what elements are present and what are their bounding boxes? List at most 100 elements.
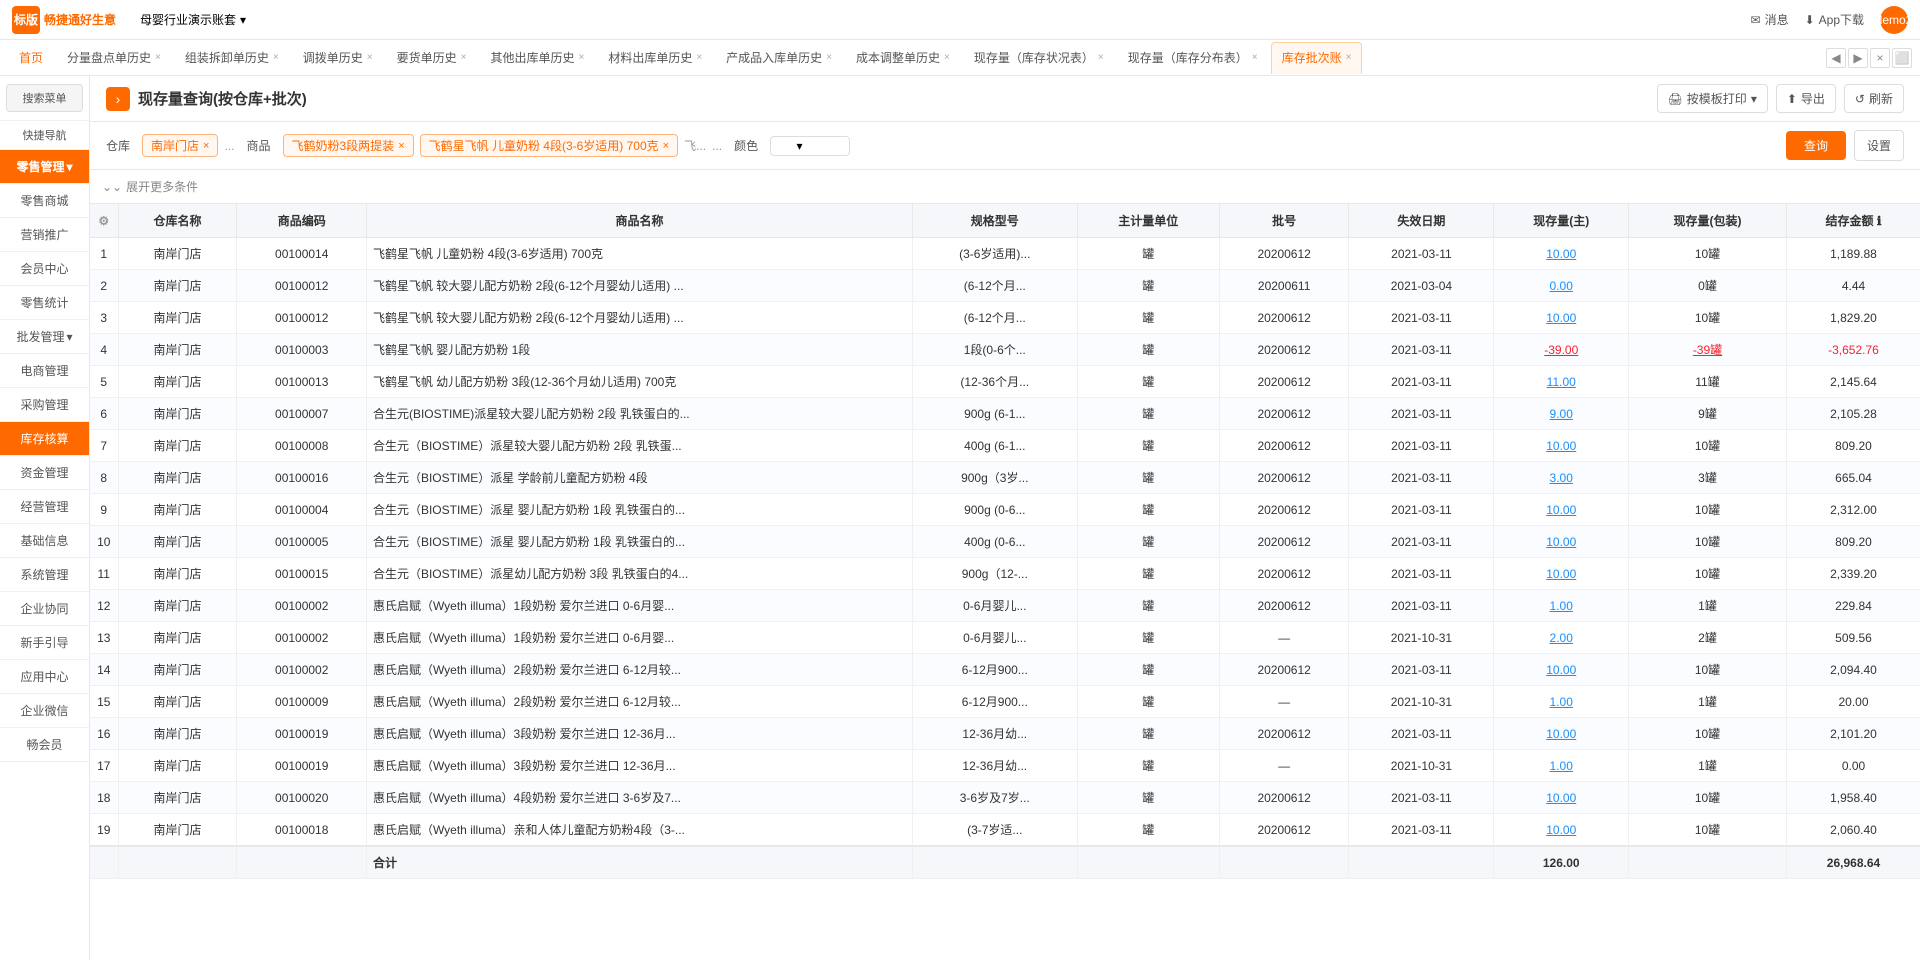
tab-nav-left[interactable]: ◀ — [1826, 48, 1846, 68]
row-batch: 20200612 — [1219, 366, 1348, 398]
row-qty-main[interactable]: 9.00 — [1494, 398, 1629, 430]
tab-cai-liao-chu[interactable]: 材料出库单历史 × — [597, 42, 713, 74]
row-expire: 2021-03-11 — [1349, 494, 1494, 526]
quick-nav-btn[interactable]: 快捷导航 — [0, 121, 89, 150]
sidebar-item-qi-ye-xietong[interactable]: 企业协同 — [0, 592, 89, 626]
product-tag-1[interactable]: 飞鹤奶粉3段两提装 × — [283, 134, 414, 157]
tab-home[interactable]: 首页 — [8, 42, 54, 74]
row-qty-main[interactable]: 10.00 — [1494, 782, 1629, 814]
template-print-btn[interactable]: 🖨 按模板打印 ▾ — [1657, 84, 1768, 113]
sidebar-item-dian-shang-guanli[interactable]: 电商管理 — [0, 354, 89, 388]
tab-chan-pin-ru[interactable]: 产成品入库单历史 × — [715, 42, 843, 74]
tab-xian-cun-kuzhuang[interactable]: 现存量（库存状况表） × — [963, 42, 1115, 74]
settings-btn[interactable]: 设置 — [1854, 130, 1904, 161]
row-qty-pkg: 10罐 — [1629, 558, 1787, 590]
tab-cheng-ben[interactable]: 成本调整单历史 × — [845, 42, 961, 74]
product-tag-2[interactable]: 飞鹤星飞帆 儿童奶粉 4段(3-6岁适用) 700克 × — [420, 134, 678, 157]
warehouse-tag-close[interactable]: × — [203, 140, 209, 152]
tab-yao-huo[interactable]: 要货单历史 × — [386, 42, 478, 74]
tab-qi-ta-chu[interactable]: 其他出库单历史 × — [479, 42, 595, 74]
export-btn[interactable]: ⬆ 导出 — [1776, 84, 1836, 113]
sidebar-item-chang-hui-yuan[interactable]: 畅会员 — [0, 728, 89, 762]
sidebar-item-ying-xiao-tuiguang[interactable]: 营销推广 — [0, 218, 89, 252]
app-download-btn[interactable]: ⬇ App下载 — [1805, 11, 1864, 28]
row-qty-main[interactable]: 11.00 — [1494, 366, 1629, 398]
table-row: 4 南岸门店 00100003 飞鹤星飞帆 婴儿配方奶粉 1段 1段(0-6个.… — [90, 334, 1920, 366]
row-qty-main[interactable]: 10.00 — [1494, 718, 1629, 750]
sidebar-item-zi-jin-guanli[interactable]: 资金管理 — [0, 456, 89, 490]
main-layout: 搜索菜单 快捷导航 零售管理 ▾ 零售商城 营销推广 会员中心 零售统计 批发管… — [0, 76, 1920, 960]
row-spec: (3-6岁适用)... — [913, 238, 1077, 270]
refresh-btn[interactable]: ↺ 刷新 — [1844, 84, 1904, 113]
row-qty-main[interactable]: 10.00 — [1494, 814, 1629, 847]
row-qty-pkg: 1罐 — [1629, 590, 1787, 622]
row-qty-main[interactable]: 1.00 — [1494, 750, 1629, 782]
row-qty-main[interactable]: 1.00 — [1494, 590, 1629, 622]
color-select[interactable]: ▾ — [770, 136, 850, 156]
tab-close-ku-cun-pizhang[interactable]: × — [1346, 52, 1352, 63]
tab-close-cheng-ben[interactable]: × — [944, 52, 950, 63]
product-tag-2-close[interactable]: × — [663, 140, 669, 152]
tab-nav-maximize[interactable]: ⬜ — [1892, 48, 1912, 68]
tab-close-chan-pin-ru[interactable]: × — [826, 52, 832, 63]
row-qty-main[interactable]: -39.00 — [1494, 334, 1629, 366]
tab-nav-right[interactable]: ▶ — [1848, 48, 1868, 68]
product-ellipsis[interactable]: ... — [712, 139, 722, 153]
tab-close-yao-huo[interactable]: × — [461, 52, 467, 63]
tab-ku-cun-pizhang[interactable]: 库存批次账 × — [1271, 42, 1363, 74]
row-qty-main[interactable]: 3.00 — [1494, 462, 1629, 494]
tab-close-tiao-bo[interactable]: × — [367, 52, 373, 63]
product-more[interactable]: 飞... — [684, 137, 706, 154]
row-amount: 2,312.00 — [1786, 494, 1920, 526]
table-container[interactable]: ⚙ 仓库名称 商品编码 商品名称 规格型号 主计量单位 批号 失效日期 现存量(… — [90, 204, 1920, 960]
row-qty-main[interactable]: 1.00 — [1494, 686, 1629, 718]
sidebar-item-pi-fa-guanli[interactable]: 批发管理 ▾ — [0, 320, 89, 354]
tab-nav-close[interactable]: × — [1870, 48, 1890, 68]
tab-xian-cun-fenpei[interactable]: 现存量（库存分布表） × — [1117, 42, 1269, 74]
warehouse-more[interactable]: ... — [224, 139, 234, 153]
row-qty-main[interactable]: 10.00 — [1494, 302, 1629, 334]
search-menu-btn[interactable]: 搜索菜单 — [6, 84, 83, 112]
row-qty-main[interactable]: 10.00 — [1494, 494, 1629, 526]
sidebar-item-ling-shou-shangcheng[interactable]: 零售商城 — [0, 184, 89, 218]
row-qty-main[interactable]: 10.00 — [1494, 558, 1629, 590]
row-no: 15 — [90, 686, 118, 718]
warehouse-tag[interactable]: 南岸门店 × — [142, 134, 218, 157]
row-qty-main[interactable]: 0.00 — [1494, 270, 1629, 302]
sidebar-item-ying-yong-zhongxin[interactable]: 应用中心 — [0, 660, 89, 694]
sidebar-item-qi-ye-weixin[interactable]: 企业微信 — [0, 694, 89, 728]
row-qty-main[interactable]: 10.00 — [1494, 654, 1629, 686]
row-qty-main[interactable]: 2.00 — [1494, 622, 1629, 654]
col-settings[interactable]: ⚙ — [90, 204, 118, 238]
row-no: 11 — [90, 558, 118, 590]
product-tag-1-close[interactable]: × — [398, 140, 404, 152]
tab-close-zu-chai[interactable]: × — [273, 52, 279, 63]
row-qty-main[interactable]: 10.00 — [1494, 430, 1629, 462]
sidebar-item-xi-tong-guanli[interactable]: 系统管理 — [0, 558, 89, 592]
tab-zu-chai[interactable]: 组装拆卸单历史 × — [174, 42, 290, 74]
sidebar-item-ling-shou-tongji[interactable]: 零售统计 — [0, 286, 89, 320]
expand-conditions-btn[interactable]: ⌄⌄ 展开更多条件 — [94, 174, 1916, 199]
sidebar-item-ling-shou-guanli[interactable]: 零售管理 ▾ — [0, 150, 89, 184]
sidebar-item-xin-shou-yindao[interactable]: 新手引导 — [0, 626, 89, 660]
row-qty-main[interactable]: 10.00 — [1494, 526, 1629, 558]
tab-tiao-bo[interactable]: 调拨单历史 × — [292, 42, 384, 74]
messages-btn[interactable]: ✉ 消息 — [1751, 11, 1789, 28]
nav-dropdown[interactable]: 母婴行业演示账套 ▾ — [132, 7, 254, 32]
row-qty-pkg: 10罐 — [1629, 238, 1787, 270]
expand-sidebar-btn[interactable]: › — [106, 87, 130, 111]
sidebar-item-cai-gou-guanli[interactable]: 采购管理 — [0, 388, 89, 422]
tab-close-xian-cun-fenpei[interactable]: × — [1252, 52, 1258, 63]
tab-close-xian-cun-kuzhuang[interactable]: × — [1098, 52, 1104, 63]
tab-close-cai-liao-chu[interactable]: × — [696, 52, 702, 63]
sidebar-item-jing-ying-guanli[interactable]: 经营管理 — [0, 490, 89, 524]
avatar[interactable]: demo2 — [1880, 6, 1908, 34]
sidebar-item-hui-yuan-zhongxin[interactable]: 会员中心 — [0, 252, 89, 286]
sidebar-item-ji-chu-xinxi[interactable]: 基础信息 — [0, 524, 89, 558]
tab-close-qi-ta-chu[interactable]: × — [578, 52, 584, 63]
sidebar-item-ku-cun-hesuan[interactable]: 库存核算 — [0, 422, 89, 456]
tab-fen-pan[interactable]: 分量盘点单历史 × — [56, 42, 172, 74]
search-btn[interactable]: 查询 — [1786, 131, 1846, 160]
tab-close-fen-pan[interactable]: × — [155, 52, 161, 63]
row-qty-main[interactable]: 10.00 — [1494, 238, 1629, 270]
